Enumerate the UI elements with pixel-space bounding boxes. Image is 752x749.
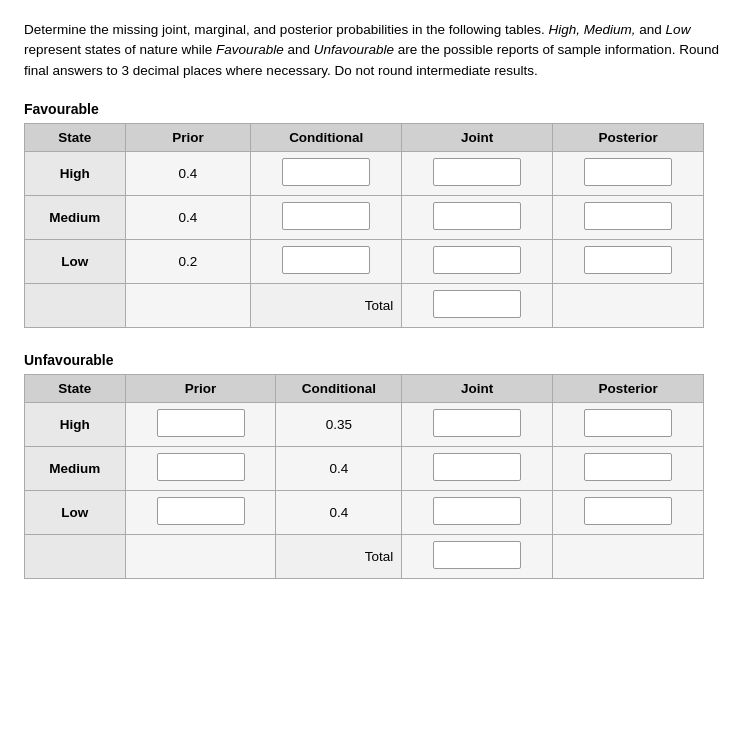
conditional-low-fav-input[interactable]	[282, 246, 370, 274]
total-posterior-unfav-cell	[553, 534, 704, 578]
posterior-medium-unfav-input[interactable]	[584, 453, 672, 481]
joint-medium-fav-cell	[402, 195, 553, 239]
posterior-low-unfav-cell	[553, 490, 704, 534]
favourable-section: Favourable State Prior Conditional Joint…	[24, 101, 728, 328]
col-header-joint-unfav: Joint	[402, 374, 553, 402]
state-high-unfav: High	[25, 402, 126, 446]
conditional-high-unfav: 0.35	[276, 402, 402, 446]
state-low-unfav: Low	[25, 490, 126, 534]
conditional-low-fav-cell	[251, 239, 402, 283]
prior-medium-fav: 0.4	[125, 195, 251, 239]
state-medium-fav: Medium	[25, 195, 126, 239]
state-low-fav: Low	[25, 239, 126, 283]
table-row: High 0.35	[25, 402, 704, 446]
joint-medium-unfav-cell	[402, 446, 553, 490]
unfavourable-table: State Prior Conditional Joint Posterior …	[24, 374, 704, 579]
prior-low-unfav-cell	[125, 490, 276, 534]
joint-low-unfav-input[interactable]	[433, 497, 521, 525]
total-row-fav: Total	[25, 283, 704, 327]
joint-medium-unfav-input[interactable]	[433, 453, 521, 481]
prior-high-unfav-input[interactable]	[157, 409, 245, 437]
description: Determine the missing joint, marginal, a…	[24, 20, 728, 81]
posterior-low-unfav-input[interactable]	[584, 497, 672, 525]
conditional-low-unfav: 0.4	[276, 490, 402, 534]
prior-low-unfav-input[interactable]	[157, 497, 245, 525]
table-row: Low 0.2	[25, 239, 704, 283]
total-label-unfav: Total	[276, 534, 402, 578]
table-row: Medium 0.4	[25, 446, 704, 490]
conditional-medium-fav-input[interactable]	[282, 202, 370, 230]
total-label-fav: Total	[251, 283, 402, 327]
col-header-state-fav: State	[25, 123, 126, 151]
state-high-fav: High	[25, 151, 126, 195]
total-joint-fav-input[interactable]	[433, 290, 521, 318]
conditional-high-fav-input[interactable]	[282, 158, 370, 186]
col-header-state-unfav: State	[25, 374, 126, 402]
joint-low-unfav-cell	[402, 490, 553, 534]
posterior-high-unfav-cell	[553, 402, 704, 446]
total-joint-unfav-input[interactable]	[433, 541, 521, 569]
col-header-prior-unfav: Prior	[125, 374, 276, 402]
col-header-joint-fav: Joint	[402, 123, 553, 151]
joint-high-unfav-cell	[402, 402, 553, 446]
table-row: Medium 0.4	[25, 195, 704, 239]
posterior-high-unfav-input[interactable]	[584, 409, 672, 437]
col-header-conditional-unfav: Conditional	[276, 374, 402, 402]
joint-low-fav-cell	[402, 239, 553, 283]
table-row: High 0.4	[25, 151, 704, 195]
favourable-table: State Prior Conditional Joint Posterior …	[24, 123, 704, 328]
posterior-medium-unfav-cell	[553, 446, 704, 490]
prior-high-fav: 0.4	[125, 151, 251, 195]
table-row: Low 0.4	[25, 490, 704, 534]
prior-medium-unfav-input[interactable]	[157, 453, 245, 481]
prior-high-unfav-cell	[125, 402, 276, 446]
posterior-low-fav-input[interactable]	[584, 246, 672, 274]
joint-low-fav-input[interactable]	[433, 246, 521, 274]
prior-medium-unfav-cell	[125, 446, 276, 490]
conditional-high-fav-cell	[251, 151, 402, 195]
favourable-title: Favourable	[24, 101, 728, 117]
col-header-conditional-fav: Conditional	[251, 123, 402, 151]
posterior-medium-fav-cell	[553, 195, 704, 239]
conditional-medium-fav-cell	[251, 195, 402, 239]
conditional-medium-unfav: 0.4	[276, 446, 402, 490]
posterior-high-fav-input[interactable]	[584, 158, 672, 186]
unfavourable-title: Unfavourable	[24, 352, 728, 368]
col-header-prior-fav: Prior	[125, 123, 251, 151]
total-posterior-fav-cell	[553, 283, 704, 327]
total-joint-unfav-cell	[402, 534, 553, 578]
posterior-low-fav-cell	[553, 239, 704, 283]
posterior-medium-fav-input[interactable]	[584, 202, 672, 230]
joint-high-fav-input[interactable]	[433, 158, 521, 186]
col-header-posterior-fav: Posterior	[553, 123, 704, 151]
col-header-posterior-unfav: Posterior	[553, 374, 704, 402]
prior-low-fav: 0.2	[125, 239, 251, 283]
total-joint-fav-cell	[402, 283, 553, 327]
total-row-unfav: Total	[25, 534, 704, 578]
joint-medium-fav-input[interactable]	[433, 202, 521, 230]
unfavourable-section: Unfavourable State Prior Conditional Joi…	[24, 352, 728, 579]
joint-high-unfav-input[interactable]	[433, 409, 521, 437]
joint-high-fav-cell	[402, 151, 553, 195]
posterior-high-fav-cell	[553, 151, 704, 195]
state-medium-unfav: Medium	[25, 446, 126, 490]
